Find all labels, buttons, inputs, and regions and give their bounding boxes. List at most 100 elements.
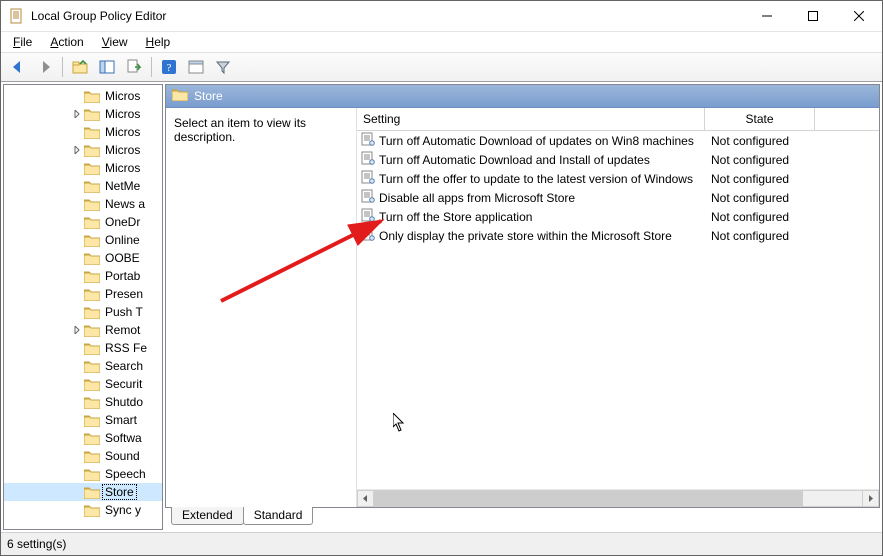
tree-item-label: NetMe bbox=[103, 179, 142, 193]
description-text: Select an item to view its description. bbox=[174, 116, 306, 144]
tree-item-label: Softwa bbox=[103, 431, 144, 445]
tree-item[interactable]: Speech bbox=[4, 465, 162, 483]
list-item[interactable]: Only display the private store within th… bbox=[357, 226, 879, 245]
setting-state: Not configured bbox=[711, 191, 789, 205]
folder-icon bbox=[172, 88, 188, 104]
tree-item[interactable]: Sound bbox=[4, 447, 162, 465]
tree-item-label: Online bbox=[103, 233, 142, 247]
folder-icon bbox=[84, 161, 100, 175]
folder-icon bbox=[84, 125, 100, 139]
tree-item-label: Sound bbox=[103, 449, 142, 463]
folder-icon bbox=[84, 341, 100, 355]
tree-item[interactable]: OOBE bbox=[4, 249, 162, 267]
title-bar: Local Group Policy Editor bbox=[1, 1, 882, 32]
help-button[interactable]: ? bbox=[156, 54, 182, 80]
column-header-state[interactable]: State bbox=[705, 108, 815, 130]
show-hide-tree-button[interactable] bbox=[94, 54, 120, 80]
up-button[interactable] bbox=[67, 54, 93, 80]
back-button[interactable] bbox=[5, 54, 31, 80]
tree-item[interactable]: Sync y bbox=[4, 501, 162, 519]
list-item[interactable]: Turn off the Store applicationNot config… bbox=[357, 207, 879, 226]
detail-tabs: Extended Standard bbox=[165, 508, 880, 530]
tree-item[interactable]: Micros bbox=[4, 123, 162, 141]
list-item[interactable]: Turn off the offer to update to the late… bbox=[357, 169, 879, 188]
menu-file[interactable]: File bbox=[5, 33, 40, 51]
close-button[interactable] bbox=[836, 1, 882, 31]
column-header-setting[interactable]: Setting bbox=[357, 108, 705, 130]
setting-name: Turn off Automatic Download and Install … bbox=[379, 153, 650, 167]
detail-body: Select an item to view its description. … bbox=[166, 108, 879, 507]
expander-icon[interactable] bbox=[70, 110, 84, 118]
filter-button[interactable] bbox=[210, 54, 236, 80]
tab-extended[interactable]: Extended bbox=[171, 507, 244, 525]
tree-item[interactable]: Securit bbox=[4, 375, 162, 393]
tree-item[interactable]: NetMe bbox=[4, 177, 162, 195]
folder-icon bbox=[84, 431, 100, 445]
expander-icon[interactable] bbox=[70, 146, 84, 154]
tree-item[interactable]: Portab bbox=[4, 267, 162, 285]
tree-item[interactable]: Presen bbox=[4, 285, 162, 303]
tree-item[interactable]: Micros bbox=[4, 87, 162, 105]
horizontal-scrollbar[interactable] bbox=[357, 489, 879, 507]
folder-icon bbox=[84, 251, 100, 265]
menu-action[interactable]: Action bbox=[42, 33, 91, 51]
menu-help[interactable]: Help bbox=[138, 33, 179, 51]
folder-icon bbox=[84, 89, 100, 103]
folder-icon bbox=[84, 233, 100, 247]
scroll-thumb[interactable] bbox=[374, 491, 803, 506]
list-item[interactable]: Turn off Automatic Download of updates o… bbox=[357, 131, 879, 150]
options-button[interactable] bbox=[183, 54, 209, 80]
scroll-left-button[interactable] bbox=[357, 490, 374, 507]
tree-item[interactable]: Softwa bbox=[4, 429, 162, 447]
folder-icon bbox=[84, 377, 100, 391]
scroll-right-button[interactable] bbox=[862, 490, 879, 507]
detail-header: Store bbox=[166, 85, 879, 108]
menu-view[interactable]: View bbox=[94, 33, 136, 51]
toolbar: ? bbox=[1, 52, 882, 82]
tree-item-label: OOBE bbox=[103, 251, 142, 265]
tree-item[interactable]: Micros bbox=[4, 141, 162, 159]
tree-pane: MicrosMicrosMicrosMicrosMicrosNetMeNews … bbox=[3, 84, 163, 530]
tree-item[interactable]: Online bbox=[4, 231, 162, 249]
folder-icon bbox=[84, 395, 100, 409]
folder-icon bbox=[84, 107, 100, 121]
tree-item[interactable]: OneDr bbox=[4, 213, 162, 231]
export-list-button[interactable] bbox=[121, 54, 147, 80]
setting-state: Not configured bbox=[711, 134, 789, 148]
tree-item[interactable]: Store bbox=[4, 483, 162, 501]
minimize-button[interactable] bbox=[744, 1, 790, 31]
tab-standard[interactable]: Standard bbox=[243, 507, 314, 525]
tree-item[interactable]: Smart bbox=[4, 411, 162, 429]
setting-icon bbox=[361, 208, 375, 225]
status-text: 6 setting(s) bbox=[7, 537, 66, 551]
scroll-track[interactable] bbox=[374, 490, 862, 507]
tree-item-label: Securit bbox=[103, 377, 144, 391]
tree-item[interactable]: RSS Fe bbox=[4, 339, 162, 357]
tree-item[interactable]: Remot bbox=[4, 321, 162, 339]
menu-bar: File Action View Help bbox=[1, 32, 882, 52]
tree-item-label: Micros bbox=[103, 143, 142, 157]
tree-item-label: Remot bbox=[103, 323, 142, 337]
maximize-button[interactable] bbox=[790, 1, 836, 31]
tree-item-label: Micros bbox=[103, 125, 142, 139]
tree-item[interactable]: Search bbox=[4, 357, 162, 375]
list-item[interactable]: Turn off Automatic Download and Install … bbox=[357, 150, 879, 169]
setting-icon bbox=[361, 227, 375, 244]
list-item[interactable]: Disable all apps from Microsoft StoreNot… bbox=[357, 188, 879, 207]
tree-item[interactable]: Push T bbox=[4, 303, 162, 321]
setting-state: Not configured bbox=[711, 172, 789, 186]
folder-icon bbox=[84, 143, 100, 157]
tree-item-label: Portab bbox=[103, 269, 142, 283]
expander-icon[interactable] bbox=[70, 326, 84, 334]
folder-icon bbox=[84, 467, 100, 481]
folder-icon bbox=[84, 413, 100, 427]
tree-item[interactable]: Micros bbox=[4, 105, 162, 123]
list-rows[interactable]: Turn off Automatic Download of updates o… bbox=[357, 131, 879, 489]
forward-button[interactable] bbox=[32, 54, 58, 80]
tree-item[interactable]: Shutdo bbox=[4, 393, 162, 411]
tree-item[interactable]: Micros bbox=[4, 159, 162, 177]
tree-scroll[interactable]: MicrosMicrosMicrosMicrosMicrosNetMeNews … bbox=[4, 85, 162, 529]
setting-icon bbox=[361, 189, 375, 206]
tree-item[interactable]: News a bbox=[4, 195, 162, 213]
tree-item-label: Push T bbox=[103, 305, 145, 319]
